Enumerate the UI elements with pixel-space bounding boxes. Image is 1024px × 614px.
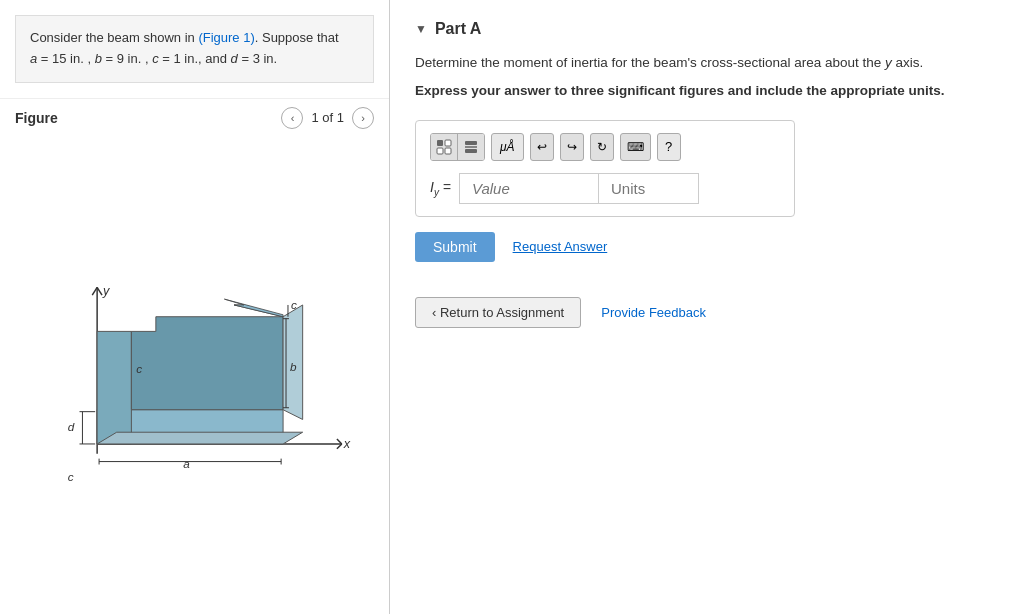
svg-text:c: c — [136, 362, 142, 375]
submit-button[interactable]: Submit — [415, 232, 495, 262]
next-page-button[interactable]: › — [352, 107, 374, 129]
svg-rect-32 — [445, 140, 451, 146]
svg-marker-14 — [97, 432, 303, 444]
figure-link[interactable]: (Figure 1) — [198, 30, 254, 45]
svg-line-6 — [336, 444, 341, 449]
svg-rect-31 — [437, 140, 443, 146]
fraction-icon[interactable] — [458, 134, 484, 160]
bottom-actions: ‹ Return to Assignment Provide Feedback — [415, 297, 999, 328]
svg-text:c: c — [290, 298, 296, 311]
mu-button[interactable]: μÅ — [491, 133, 524, 161]
toolbar: μÅ ↩ ↪ ↻ ⌨ ? — [430, 133, 780, 161]
svg-text:c: c — [67, 470, 73, 483]
provide-feedback-link[interactable]: Provide Feedback — [601, 305, 706, 320]
units-input[interactable] — [599, 173, 699, 204]
problem-text-suffix: . Suppose that — [255, 30, 339, 45]
refresh-button[interactable]: ↻ — [590, 133, 614, 161]
figure-container: y x c c — [0, 137, 389, 614]
problem-text-prefix: Consider the beam shown in — [30, 30, 198, 45]
equation-label: Iy = — [430, 179, 451, 198]
right-panel: ▼ Part A Determine the moment of inertia… — [390, 0, 1024, 614]
question-text: Determine the moment of inertia for the … — [415, 53, 999, 73]
problem-params: a = 15 in. , b = 9 in. , c = 1 in., and … — [30, 51, 277, 66]
undo-button[interactable]: ↩ — [530, 133, 554, 161]
part-header: ▼ Part A — [415, 20, 999, 38]
svg-rect-33 — [437, 148, 443, 154]
keyboard-button[interactable]: ⌨ — [620, 133, 651, 161]
svg-rect-34 — [445, 148, 451, 154]
help-button[interactable]: ? — [657, 133, 681, 161]
svg-rect-35 — [465, 141, 477, 145]
figure-label: Figure — [15, 110, 281, 126]
svg-marker-9 — [97, 331, 131, 444]
part-title: Part A — [435, 20, 482, 38]
figure-nav: ‹ 1 of 1 › — [281, 107, 374, 129]
input-row: Iy = — [430, 173, 780, 204]
action-row: Submit Request Answer — [415, 232, 999, 262]
beam-figure: y x c c — [35, 258, 355, 488]
figure-section: Figure ‹ 1 of 1 › — [0, 98, 389, 137]
svg-text:b: b — [289, 359, 296, 372]
svg-text:x: x — [342, 436, 350, 451]
matrix-icon[interactable] — [431, 134, 458, 160]
return-to-assignment-button[interactable]: ‹ Return to Assignment — [415, 297, 581, 328]
format-icon-pair[interactable] — [430, 133, 485, 161]
instruction-text: Express your answer to three significant… — [415, 81, 999, 101]
collapse-arrow-icon[interactable]: ▼ — [415, 22, 427, 36]
left-panel: Consider the beam shown in (Figure 1). S… — [0, 0, 390, 614]
answer-box: μÅ ↩ ↪ ↻ ⌨ ? Iy = — [415, 120, 795, 217]
svg-marker-12 — [224, 299, 283, 317]
svg-text:a: a — [183, 457, 190, 470]
request-answer-link[interactable]: Request Answer — [513, 239, 608, 254]
value-input[interactable] — [459, 173, 599, 204]
page-indicator: 1 of 1 — [311, 110, 344, 125]
redo-button[interactable]: ↪ — [560, 133, 584, 161]
svg-rect-37 — [465, 149, 477, 153]
prev-page-button[interactable]: ‹ — [281, 107, 303, 129]
svg-text:y: y — [101, 283, 109, 298]
problem-statement: Consider the beam shown in (Figure 1). S… — [15, 15, 374, 83]
svg-text:d: d — [67, 420, 74, 433]
svg-marker-10 — [131, 317, 283, 410]
